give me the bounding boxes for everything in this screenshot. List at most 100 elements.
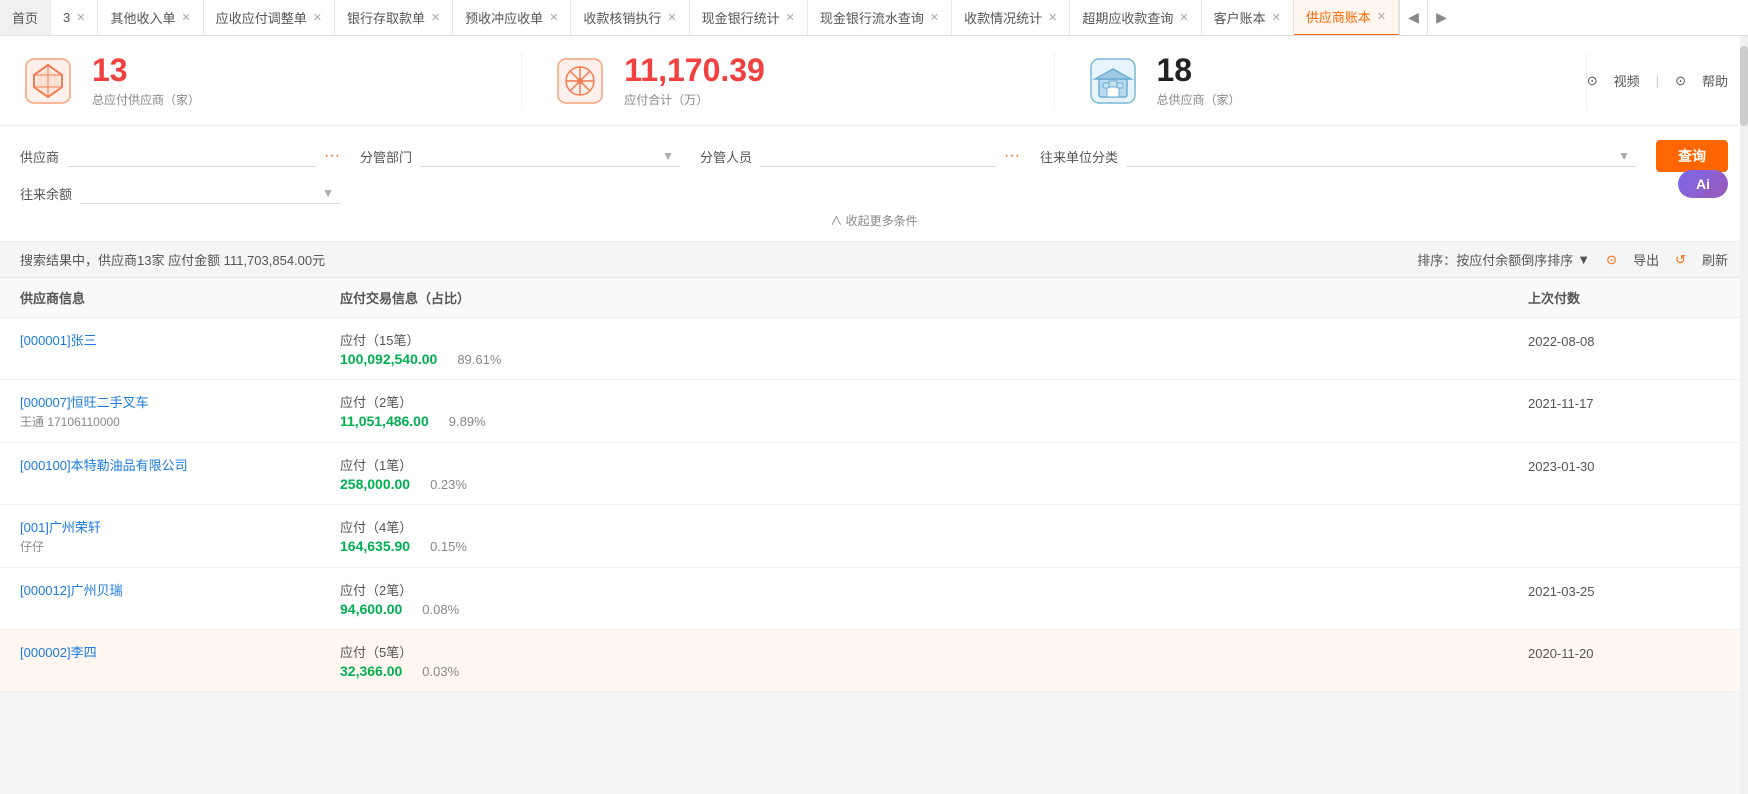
transaction-amount-5[interactable]: 94,600.00 xyxy=(340,601,402,617)
balance-select[interactable] xyxy=(86,185,322,200)
nav-tab-cash-flow-label: 现金银行流水查询 xyxy=(820,8,924,27)
nav-tab-receipt-stat[interactable]: 收款情况统计 ✕ xyxy=(952,0,1070,36)
nav-tab-other-income[interactable]: 其他收入单 ✕ xyxy=(98,0,203,36)
nav-tab-customer-book[interactable]: 客户账本 ✕ xyxy=(1202,0,1294,36)
balance-dropdown-icon: ▼ xyxy=(322,186,334,200)
supplier-link-2[interactable]: [000007]恒旺二手叉车 xyxy=(20,395,149,410)
store-icon xyxy=(1085,53,1141,109)
rice-icon xyxy=(552,53,608,109)
nav-tab-home[interactable]: 首页 xyxy=(0,0,51,36)
lastpay-1: 2022-08-08 xyxy=(1528,330,1728,349)
supplier-info-6: [000002]李四 xyxy=(20,642,340,661)
lastpay-6: 2020-11-20 xyxy=(1528,642,1728,661)
nav-tab-cash-stat[interactable]: 现金银行统计 ✕ xyxy=(690,0,808,36)
nav-tab-other-income-close[interactable]: ✕ xyxy=(181,11,190,24)
nav-tab-overdue-close[interactable]: ✕ xyxy=(1179,11,1188,24)
nav-tab-collection-close[interactable]: ✕ xyxy=(667,11,676,24)
nav-tab-overdue[interactable]: 超期应收款查询 ✕ xyxy=(1070,0,1201,36)
person-label: 分管人员 xyxy=(700,147,752,166)
ai-button[interactable]: Ai xyxy=(1678,170,1728,198)
payable-suppliers-label: 总应付供应商（家） xyxy=(92,91,200,108)
supplier-link-1[interactable]: [000001]张三 xyxy=(20,333,97,348)
refresh-button[interactable]: 刷新 xyxy=(1702,250,1728,269)
help-link[interactable]: 帮助 xyxy=(1702,71,1728,90)
export-button[interactable]: 导出 xyxy=(1633,250,1659,269)
video-link[interactable]: 视频 xyxy=(1614,71,1640,90)
transaction-pct-2: 9.89% xyxy=(449,414,486,429)
diamond-icon xyxy=(20,53,76,109)
collapse-bar[interactable]: ∧ 收起更多条件 xyxy=(20,208,1728,233)
search-row-2: 往来余额 ▼ xyxy=(20,182,1728,204)
nav-prev-arrow[interactable]: ◀ xyxy=(1399,0,1427,36)
supplier-dots-icon[interactable]: ··· xyxy=(324,147,340,165)
supplier-info-4: [001]广州荣轩 仔仔 xyxy=(20,517,340,555)
transaction-amount-6[interactable]: 32,366.00 xyxy=(340,663,402,679)
category-select-wrapper[interactable]: ▼ xyxy=(1126,145,1636,167)
transaction-row-4: 164,635.90 0.15% xyxy=(340,538,1528,554)
transaction-row-3: 258,000.00 0.23% xyxy=(340,476,1528,492)
transaction-label-6: 应付（5笔） xyxy=(340,642,1528,661)
result-bar: 搜索结果中，供应商13家 应付金额 111,703,854.00元 排序：按应付… xyxy=(0,242,1748,278)
search-row-1: 供应商 ··· 分管部门 ▼ 分管人员 ··· 往来单位分类 ▼ 查询 xyxy=(20,140,1728,172)
transaction-label-2: 应付（2笔） xyxy=(340,392,1528,411)
summary-total-suppliers-content: 18 总供应商（家） xyxy=(1157,53,1241,107)
supplier-link-4[interactable]: [001]广州荣轩 xyxy=(20,520,101,535)
nav-tab-collection[interactable]: 收款核销执行 ✕ xyxy=(571,0,689,36)
nav-tab-receipt-stat-close[interactable]: ✕ xyxy=(1048,11,1057,24)
nav-tab-prepaid-close[interactable]: ✕ xyxy=(549,11,558,24)
nav-tab-supplier-book-close[interactable]: ✕ xyxy=(1377,10,1386,23)
right-actions: 排序：按应付余额倒序排序 ▼ ⊙ 导出 ↺ 刷新 xyxy=(1417,250,1728,269)
supplier-link-5[interactable]: [000012]广州贝瑞 xyxy=(20,583,123,598)
transaction-label-4: 应付（4笔） xyxy=(340,517,1528,536)
person-dots-icon[interactable]: ··· xyxy=(1004,147,1020,165)
nav-next-arrow[interactable]: ▶ xyxy=(1427,0,1455,36)
nav-tab-adjustment[interactable]: 应收应付调整单 ✕ xyxy=(204,0,335,36)
nav-tab-supplier-book-label: 供应商账本 xyxy=(1306,7,1371,26)
balance-select-wrapper[interactable]: ▼ xyxy=(80,182,340,204)
supplier-link-3[interactable]: [000100]本特勒油品有限公司 xyxy=(20,458,188,473)
transaction-info-3: 应付（1笔） 258,000.00 0.23% xyxy=(340,455,1528,492)
scroll-thumb[interactable] xyxy=(1740,46,1748,126)
nav-tab-cash-flow-close[interactable]: ✕ xyxy=(930,11,939,24)
video-icon: ⊙ xyxy=(1587,73,1598,89)
transaction-pct-6: 0.03% xyxy=(422,664,459,679)
transaction-amount-4[interactable]: 164,635.90 xyxy=(340,538,410,554)
nav-tab-3[interactable]: 3 ✕ xyxy=(51,0,98,36)
nav-tab-bank-deposit[interactable]: 银行存取款单 ✕ xyxy=(335,0,453,36)
nav-tab-adjustment-close[interactable]: ✕ xyxy=(313,11,322,24)
lastpay-date-2: 2021-11-17 xyxy=(1528,392,1728,411)
supplier-field: 供应商 ··· xyxy=(20,145,340,167)
table-row: [000012]广州贝瑞 应付（2笔） 94,600.00 0.08% 2021… xyxy=(0,568,1748,630)
scrollbar[interactable] xyxy=(1740,36,1748,794)
supplier-input[interactable] xyxy=(67,145,316,167)
nav-tab-bank-deposit-close[interactable]: ✕ xyxy=(431,11,440,24)
summary-total-suppliers: 18 总供应商（家） xyxy=(1055,53,1587,109)
sort-button[interactable]: 排序：按应付余额倒序排序 ▼ xyxy=(1417,250,1590,269)
query-button[interactable]: 查询 xyxy=(1656,140,1728,172)
balance-label: 往来余额 xyxy=(20,184,72,203)
transaction-pct-1: 89.61% xyxy=(457,352,501,367)
dept-select-wrapper[interactable]: ▼ xyxy=(420,145,680,167)
nav-tab-cash-stat-close[interactable]: ✕ xyxy=(786,11,795,24)
supplier-sub-2: 王通 17106110000 xyxy=(20,413,340,430)
lastpay-date-1: 2022-08-08 xyxy=(1528,330,1728,349)
nav-tab-3-close[interactable]: ✕ xyxy=(76,11,85,24)
transaction-amount-1[interactable]: 100,092,540.00 xyxy=(340,351,437,367)
transaction-amount-3[interactable]: 258,000.00 xyxy=(340,476,410,492)
nav-tab-3-label: 3 xyxy=(63,10,70,25)
nav-tab-prepaid[interactable]: 预收冲应收单 ✕ xyxy=(453,0,571,36)
transaction-label-3: 应付（1笔） xyxy=(340,455,1528,474)
person-input[interactable] xyxy=(760,145,996,167)
summary-payable-suppliers: 13 总应付供应商（家） xyxy=(20,53,522,109)
nav-tab-supplier-book[interactable]: 供应商账本 ✕ xyxy=(1294,0,1399,36)
nav-tab-customer-book-close[interactable]: ✕ xyxy=(1272,11,1281,24)
category-select[interactable] xyxy=(1132,148,1618,163)
nav-tab-cash-flow[interactable]: 现金银行流水查询 ✕ xyxy=(808,0,952,36)
category-field: 往来单位分类 ▼ xyxy=(1040,145,1636,167)
transaction-amount-2[interactable]: 11,051,486.00 xyxy=(340,413,429,429)
transaction-row-1: 100,092,540.00 89.61% xyxy=(340,351,1528,367)
supplier-link-6[interactable]: [000002]李四 xyxy=(20,645,97,660)
dept-select[interactable] xyxy=(426,148,662,163)
nav-tab-home-label: 首页 xyxy=(12,8,38,27)
refresh-icon: ↺ xyxy=(1675,252,1686,268)
